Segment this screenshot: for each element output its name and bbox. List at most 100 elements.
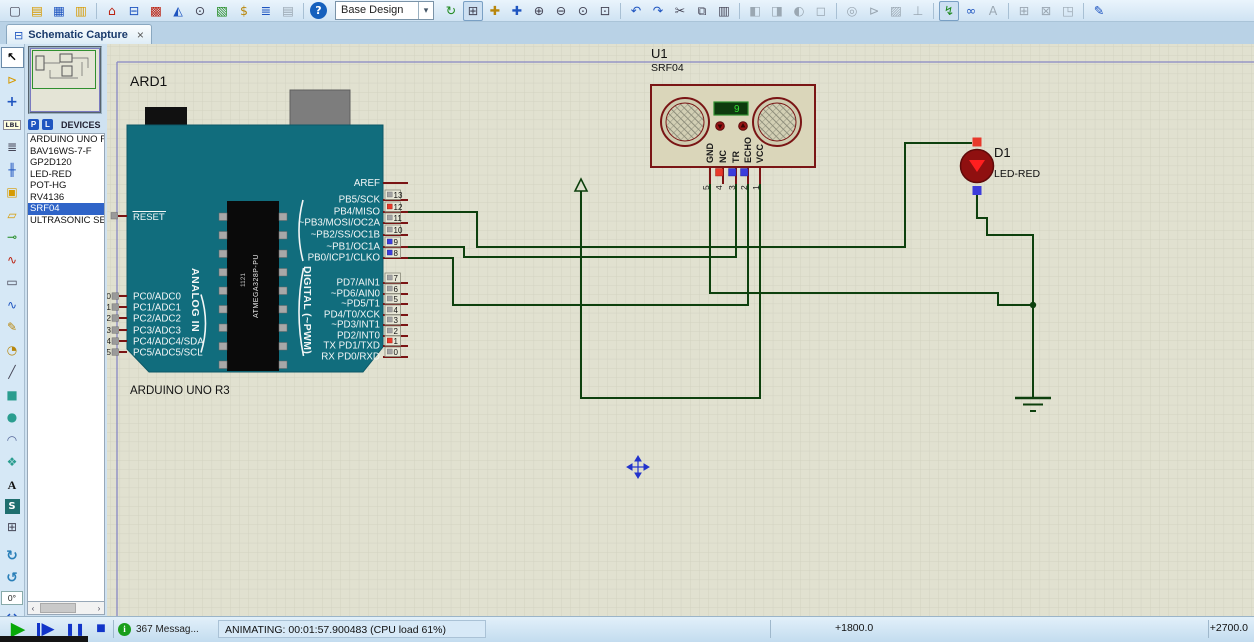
pcb-layout-icon[interactable]: ▩ <box>146 1 166 21</box>
selection-mode-icon[interactable]: ↖ <box>0 47 24 68</box>
2d-circle-icon[interactable]: ● <box>1 407 24 428</box>
schematic-tab-icon: ⊟ <box>14 28 24 42</box>
home-icon[interactable]: ⌂ <box>102 1 122 21</box>
svg-text:RX PD0/RXD: RX PD0/RXD <box>321 352 380 363</box>
component-mode-icon[interactable]: ⊳ <box>1 70 24 91</box>
pan-icon[interactable]: ✚ <box>507 1 527 21</box>
3d-visualizer-icon[interactable]: ◭ <box>168 1 188 21</box>
goto-sheet-icon: ◳ <box>1062 2 1074 18</box>
undo-icon[interactable]: ↶ <box>626 1 646 21</box>
2d-marker-icon[interactable]: ⊞ <box>1 517 24 538</box>
schematic-canvas[interactable]: ARD1 ATMEGA328P-PU 1121 RESET AREF ANALO… <box>101 44 1254 617</box>
device-item-pot-hg[interactable]: POT-HG <box>28 180 104 192</box>
arduino-title: ARDUINO UNO R3 <box>130 385 230 397</box>
device-item-srf04[interactable]: SRF04 <box>28 203 104 215</box>
svg-text:PC4/ADC4/SDA: PC4/ADC4/SDA <box>133 337 204 348</box>
block-delete-icon: ◻ <box>815 2 827 18</box>
zoom-out-icon[interactable]: ⊖ <box>551 1 571 21</box>
toolbar-separator <box>303 2 304 19</box>
scroll-left-icon[interactable]: ‹ <box>28 604 38 613</box>
2d-symbol-icon[interactable]: S <box>4 499 20 514</box>
import-design-icon[interactable]: ▥ <box>71 1 91 21</box>
device-item-rv4136[interactable]: RV4136 <box>28 192 104 204</box>
block-rotate-icon: ◐ <box>793 2 805 18</box>
wire-autorouter-icon[interactable]: ↯ <box>939 0 959 21</box>
terminals-mode-icon[interactable]: ▱ <box>1 205 24 226</box>
text-editor-icon[interactable]: ✎ <box>1089 1 1109 21</box>
2d-text-icon[interactable]: A <box>1 475 24 496</box>
gerber-viewer-icon[interactable]: ⊙ <box>190 1 210 21</box>
redraw-icon[interactable]: ↻ <box>441 1 461 21</box>
generator-mode-icon[interactable]: ∿ <box>1 295 24 316</box>
buses-mode-icon[interactable]: ╫ <box>1 160 24 181</box>
design-explorer-icon[interactable]: ▧ <box>212 1 232 21</box>
origin-icon[interactable]: ✚ <box>485 1 505 21</box>
search-tag-icon[interactable]: ∞ <box>961 1 981 21</box>
base-design-select[interactable]: Base Design ▾ <box>335 1 434 20</box>
junction-dot-icon[interactable]: + <box>1 92 24 113</box>
srf04-ref: U1 <box>651 46 668 61</box>
project-notes-icon[interactable]: ▤ <box>278 1 298 21</box>
led-cathode-state <box>972 186 982 195</box>
bill-of-materials-icon[interactable]: $ <box>234 1 254 21</box>
help-icon[interactable]: ? <box>310 2 327 19</box>
graph-mode-icon[interactable]: ∿ <box>1 250 24 271</box>
zoom-area-icon[interactable]: ⊡ <box>595 1 615 21</box>
voltage-probe-icon[interactable]: ✎ <box>1 317 24 338</box>
zoom-in-icon[interactable]: ⊕ <box>529 1 549 21</box>
svg-text:9: 9 <box>394 238 399 247</box>
svg-text:~PB1/OC1A: ~PB1/OC1A <box>326 242 380 253</box>
schematic-capture-icon[interactable]: ⊟ <box>124 1 144 21</box>
stop-button[interactable]: ■ <box>90 619 112 639</box>
device-item-arduino[interactable]: ARDUINO UNO R3 <box>28 134 104 146</box>
preview-thumbnail <box>28 46 102 114</box>
close-tab-icon[interactable]: × <box>137 28 144 42</box>
device-pins-icon[interactable]: ⊸ <box>1 227 24 248</box>
schematic-svg[interactable]: ARD1 ATMEGA328P-PU 1121 RESET AREF ANALO… <box>101 44 1254 617</box>
block-copy-icon: ◧ <box>749 2 761 18</box>
srf04-receiver-mesh <box>757 102 797 142</box>
rotation-angle-input[interactable]: 0° <box>1 590 23 605</box>
svg-text:PD7/AIN1: PD7/AIN1 <box>336 278 380 289</box>
vsm-studio-icon[interactable]: ≣ <box>256 1 276 21</box>
open-folder-icon[interactable]: ▤ <box>27 1 47 21</box>
cut-icon[interactable]: ✂ <box>670 1 690 21</box>
grid-toggle-icon[interactable]: ⊞ <box>463 0 483 21</box>
tape-recorder-icon[interactable]: ▭ <box>1 272 24 293</box>
srf04-distance-display <box>713 101 749 116</box>
2d-path-icon[interactable]: ❖ <box>1 452 24 473</box>
save-icon[interactable]: ▦ <box>49 1 69 21</box>
aref-label: AREF <box>354 178 380 189</box>
info-icon: i <box>118 622 131 636</box>
rotate-ccw-icon[interactable]: ↺ <box>1 568 24 589</box>
make-device-icon: ⊳ <box>868 2 880 18</box>
text-script-icon[interactable]: ≣ <box>1 137 24 158</box>
2d-box-icon[interactable]: ■ <box>1 385 24 406</box>
tab-schematic-capture[interactable]: ⊟ Schematic Capture × <box>6 24 152 45</box>
device-item-bav16ws[interactable]: BAV16WS-7-F <box>28 146 104 158</box>
library-button[interactable]: L <box>42 119 53 130</box>
zoom-all-icon[interactable]: ⊙ <box>573 1 593 21</box>
new-file-icon[interactable]: ▢ <box>5 1 25 21</box>
device-item-ultrasonic[interactable]: ULTRASONIC SEN <box>28 215 104 227</box>
svg-text:A1: A1 <box>107 302 111 312</box>
scrollbar-thumb[interactable] <box>40 603 76 613</box>
pick-parts-button[interactable]: P <box>28 119 39 130</box>
rotate-cw-icon[interactable]: ↻ <box>1 546 24 567</box>
current-probe-icon[interactable]: ◔ <box>1 340 24 361</box>
redo-icon[interactable]: ↷ <box>648 1 668 21</box>
devices-scrollbar[interactable]: ‹ › <box>27 601 105 615</box>
device-item-gp2d120[interactable]: GP2D120 <box>28 157 104 169</box>
copy-icon[interactable]: ⧉ <box>692 1 712 21</box>
paste-icon[interactable]: ▥ <box>714 1 734 21</box>
subcircuit-mode-icon[interactable]: ▣ <box>1 182 24 203</box>
2d-arc-icon[interactable]: ◠ <box>1 430 24 451</box>
srf04-echo-label: ECHO <box>743 137 753 163</box>
2d-line-icon[interactable]: ╱ <box>1 362 24 383</box>
scroll-right-icon[interactable]: › <box>94 604 104 613</box>
wire-label-icon[interactable]: LBL <box>1 115 24 136</box>
svg-text:PB0/ICP1/CLKO: PB0/ICP1/CLKO <box>308 253 381 264</box>
device-item-led-red[interactable]: LED-RED <box>28 169 104 181</box>
message-counter[interactable]: i 367 Messag... <box>118 619 199 639</box>
svg-text:A3: A3 <box>107 325 111 335</box>
